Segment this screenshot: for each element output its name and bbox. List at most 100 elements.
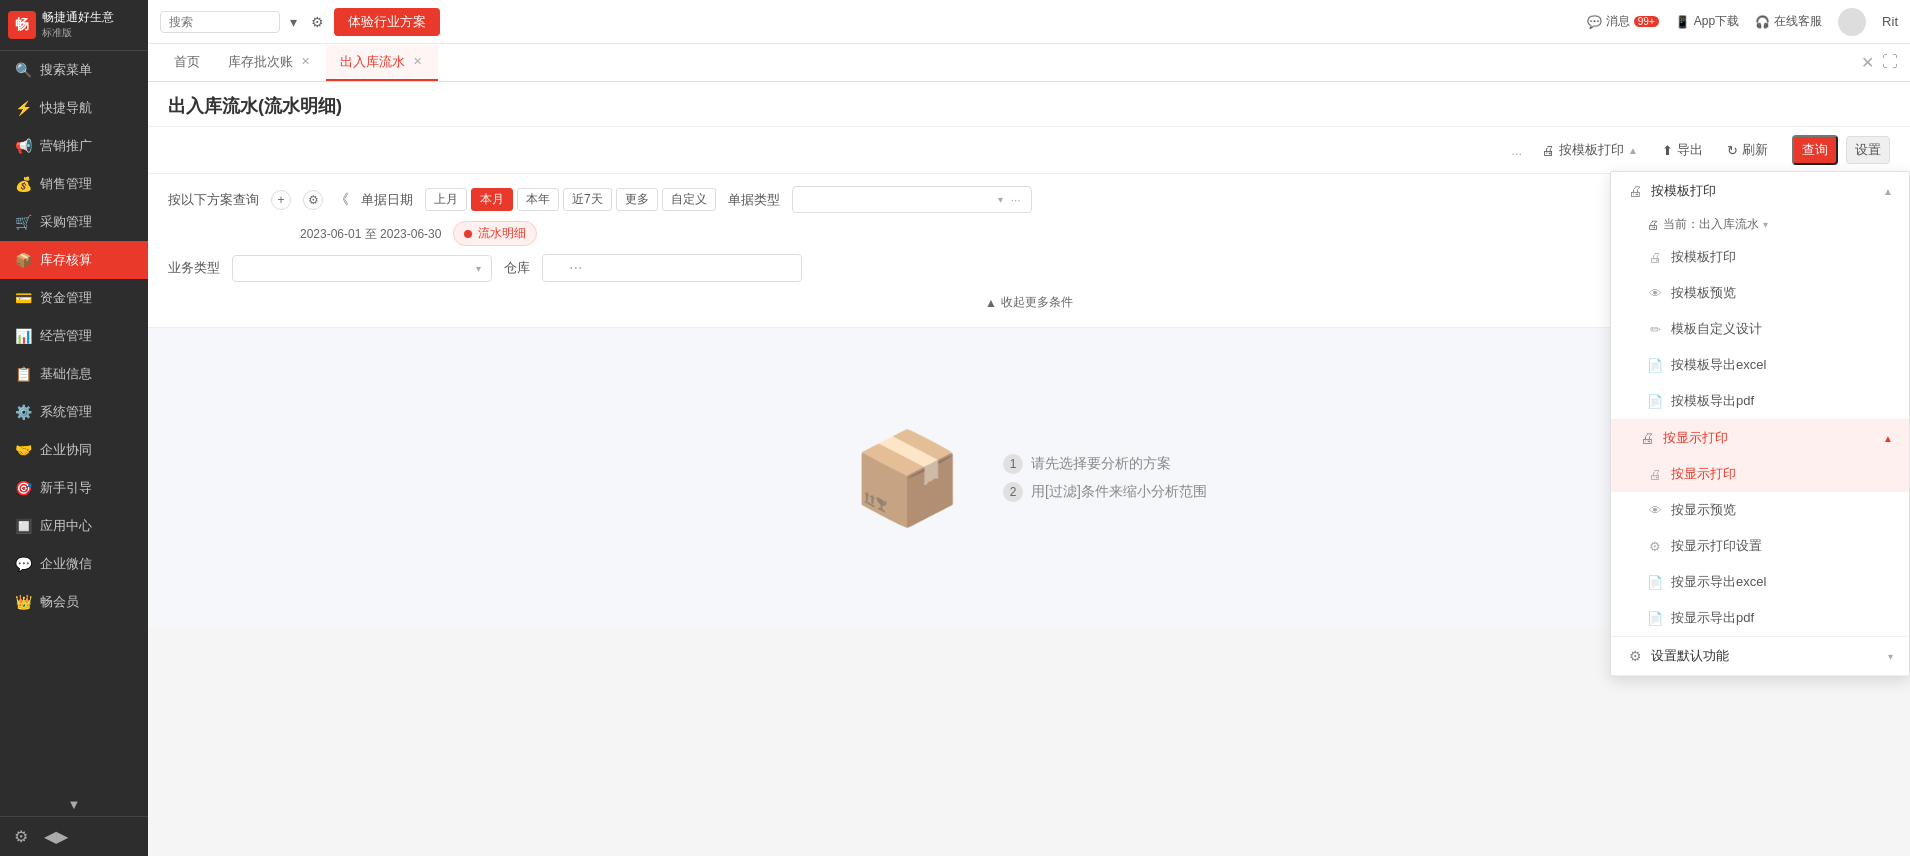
tab-home[interactable]: 首页 bbox=[160, 45, 214, 81]
app-title: 畅捷通好生意 bbox=[42, 10, 114, 26]
page-content: 出入库流水(流水明细) ... 🖨 按模板打印 ▲ ⬆ 导出 ↻ 刷新 bbox=[148, 82, 1910, 856]
sidebar-item-operation[interactable]: 📊 经营管理 bbox=[0, 317, 148, 355]
message-label: 消息 bbox=[1606, 13, 1630, 30]
filter-settings-button[interactable]: ⚙ bbox=[303, 190, 323, 210]
template-print-header-label: 按模板打印 bbox=[1651, 182, 1716, 200]
settings-icon[interactable]: ⚙ bbox=[307, 12, 328, 32]
template-design-item[interactable]: ✏ 模板自定义设计 bbox=[1611, 311, 1909, 347]
message-button[interactable]: 💬 消息 99+ bbox=[1587, 13, 1659, 30]
sidebar-item-apps[interactable]: 🔲 应用中心 bbox=[0, 507, 148, 545]
tabs-bar: 首页 库存批次账 ✕ 出入库流水 ✕ ✕ ⛶ bbox=[148, 44, 1910, 82]
tab-batch-label: 库存批次账 bbox=[228, 53, 293, 71]
print-template-button[interactable]: 🖨 按模板打印 ▲ bbox=[1534, 137, 1646, 163]
tab-flow-close-icon[interactable]: ✕ bbox=[411, 54, 424, 69]
display-pdf-item[interactable]: 📄 按显示导出pdf bbox=[1611, 600, 1909, 636]
empty-step-2-label: 用[过滤]条件来缩小分析范围 bbox=[1031, 483, 1207, 501]
sidebar-item-label: 应用中心 bbox=[40, 517, 92, 535]
topbar-left: ▾ ⚙ 体验行业方案 bbox=[160, 8, 1579, 36]
date-btn-last-month[interactable]: 上月 bbox=[425, 188, 467, 211]
user-avatar[interactable] bbox=[1838, 8, 1866, 36]
sidebar-item-member[interactable]: 👑 畅会员 bbox=[0, 583, 148, 621]
sidebar-item-search[interactable]: 🔍 搜索菜单 bbox=[0, 51, 148, 89]
search-input[interactable] bbox=[160, 11, 280, 33]
tab-batch[interactable]: 库存批次账 ✕ bbox=[214, 45, 326, 81]
chevron-up-icon: ▲ bbox=[1883, 186, 1893, 197]
empty-state: 1 请先选择要分析的方案 2 用[过滤]条件来缩小分析范围 bbox=[1003, 454, 1207, 502]
sidebar-item-guide[interactable]: 🎯 新手引导 bbox=[0, 469, 148, 507]
template-pdf-item[interactable]: 📄 按模板导出pdf bbox=[1611, 383, 1909, 419]
date-btn-this-month[interactable]: 本月 bbox=[471, 188, 513, 211]
tab-flow[interactable]: 出入库流水 ✕ bbox=[326, 45, 438, 81]
dropdown-chevron-icon[interactable]: ▾ bbox=[286, 12, 301, 32]
inventory-icon: 📦 bbox=[14, 251, 32, 269]
tab-batch-close-icon[interactable]: ✕ bbox=[299, 54, 312, 69]
sidebar-item-basic[interactable]: 📋 基础信息 bbox=[0, 355, 148, 393]
export-button[interactable]: ⬆ 导出 bbox=[1654, 137, 1711, 163]
display-print-item[interactable]: 🖨 按显示打印 bbox=[1611, 456, 1909, 492]
date-label: 单据日期 bbox=[361, 191, 413, 209]
date-btn-custom[interactable]: 自定义 bbox=[662, 188, 716, 211]
sidebar-item-sales[interactable]: 💰 销售管理 bbox=[0, 165, 148, 203]
display-print-settings-item[interactable]: ⚙ 按显示打印设置 bbox=[1611, 528, 1909, 564]
display-preview-item[interactable]: 👁 按显示预览 bbox=[1611, 492, 1909, 528]
app-logo: 畅 bbox=[8, 11, 36, 39]
sidebar-scroll: 🔍 搜索菜单 ⚡ 快捷导航 📢 营销推广 💰 销售管理 🛒 采购管理 📦 bbox=[0, 51, 148, 793]
doc-type-select[interactable]: ▾ ··· bbox=[792, 186, 1032, 213]
sidebar-item-shortcut[interactable]: ⚡ 快捷导航 bbox=[0, 89, 148, 127]
filter-tag-item[interactable]: 流水明细 bbox=[453, 221, 537, 246]
display-excel-label: 按显示导出excel bbox=[1671, 573, 1766, 591]
sidebar-item-purchase[interactable]: 🛒 采购管理 bbox=[0, 203, 148, 241]
sidebar-item-inventory[interactable]: 📦 库存核算 bbox=[0, 241, 148, 279]
settings-button[interactable]: 设置 bbox=[1846, 136, 1890, 164]
template-print-header[interactable]: 🖨 按模板打印 ▲ bbox=[1611, 172, 1909, 210]
toolbar-more[interactable]: ... bbox=[1511, 143, 1522, 158]
date-btn-this-year[interactable]: 本年 bbox=[517, 188, 559, 211]
design-icon: ✏ bbox=[1647, 321, 1663, 337]
template-print-item[interactable]: 🖨 按模板打印 bbox=[1611, 239, 1909, 275]
date-range-display: 2023-06-01 至 2023-06-30 bbox=[300, 226, 441, 243]
settings-label: 设置 bbox=[1855, 141, 1881, 159]
warehouse-label: 仓库 bbox=[504, 259, 530, 277]
display-excel-item[interactable]: 📄 按显示导出excel bbox=[1611, 564, 1909, 600]
chevron-up-icon: ▲ bbox=[985, 296, 997, 310]
tab-flow-label: 出入库流水 bbox=[340, 53, 405, 71]
date-btn-7days[interactable]: 近7天 bbox=[563, 188, 612, 211]
filter-tag-dot bbox=[464, 230, 472, 238]
printer-icon: 🖨 bbox=[1542, 143, 1555, 158]
sidebar-item-finance[interactable]: 💳 资金管理 bbox=[0, 279, 148, 317]
template-excel-item[interactable]: 📄 按模板导出excel bbox=[1611, 347, 1909, 383]
settings-icon[interactable]: ⚙ bbox=[14, 827, 28, 846]
empty-illustration: 📦 bbox=[851, 426, 963, 531]
filter-collapse-button[interactable]: 《 bbox=[335, 191, 349, 209]
printer-icon: 🖨 bbox=[1627, 183, 1643, 199]
excel-icon: 📄 bbox=[1647, 574, 1663, 590]
sidebar-scroll-down[interactable]: ▼ bbox=[0, 793, 148, 816]
more-icon: ··· bbox=[1011, 193, 1021, 207]
filter-add-button[interactable]: + bbox=[271, 190, 291, 210]
headset-icon: 🎧 bbox=[1755, 15, 1770, 29]
collapse-label: 收起更多条件 bbox=[1001, 294, 1073, 311]
close-all-icon[interactable]: ✕ bbox=[1861, 53, 1874, 72]
sidebar-item-label: 经营管理 bbox=[40, 327, 92, 345]
query-button[interactable]: 查询 bbox=[1792, 135, 1838, 165]
maximize-icon[interactable]: ⛶ bbox=[1882, 53, 1898, 72]
sidebar-item-system[interactable]: ⚙️ 系统管理 bbox=[0, 393, 148, 431]
app-download-button[interactable]: 📱 App下载 bbox=[1675, 13, 1739, 30]
warehouse-more-icon[interactable]: ··· bbox=[569, 259, 582, 277]
collapse-icon[interactable]: ◀▶ bbox=[44, 827, 68, 846]
main-area: ▾ ⚙ 体验行业方案 💬 消息 99+ 📱 App下载 🎧 在线客服 bbox=[148, 0, 1910, 856]
template-preview-item[interactable]: 👁 按模板预览 bbox=[1611, 275, 1909, 311]
display-print-header[interactable]: 🖨 按显示打印 ▲ bbox=[1611, 420, 1909, 456]
refresh-button[interactable]: ↻ 刷新 bbox=[1719, 137, 1776, 163]
sidebar-item-label: 营销推广 bbox=[40, 137, 92, 155]
trial-button[interactable]: 体验行业方案 bbox=[334, 8, 440, 36]
sidebar-item-wechat[interactable]: 💬 企业微信 bbox=[0, 545, 148, 583]
warehouse-select[interactable]: ··· bbox=[542, 254, 802, 282]
sidebar-item-coop[interactable]: 🤝 企业协同 bbox=[0, 431, 148, 469]
default-setting-header[interactable]: ⚙ 设置默认功能 ▾ bbox=[1611, 637, 1909, 675]
online-service-button[interactable]: 🎧 在线客服 bbox=[1755, 13, 1822, 30]
date-btn-more[interactable]: 更多 bbox=[616, 188, 658, 211]
tab-home-label: 首页 bbox=[174, 53, 200, 71]
biz-type-select[interactable]: ▾ bbox=[232, 255, 492, 282]
sidebar-item-marketing[interactable]: 📢 营销推广 bbox=[0, 127, 148, 165]
